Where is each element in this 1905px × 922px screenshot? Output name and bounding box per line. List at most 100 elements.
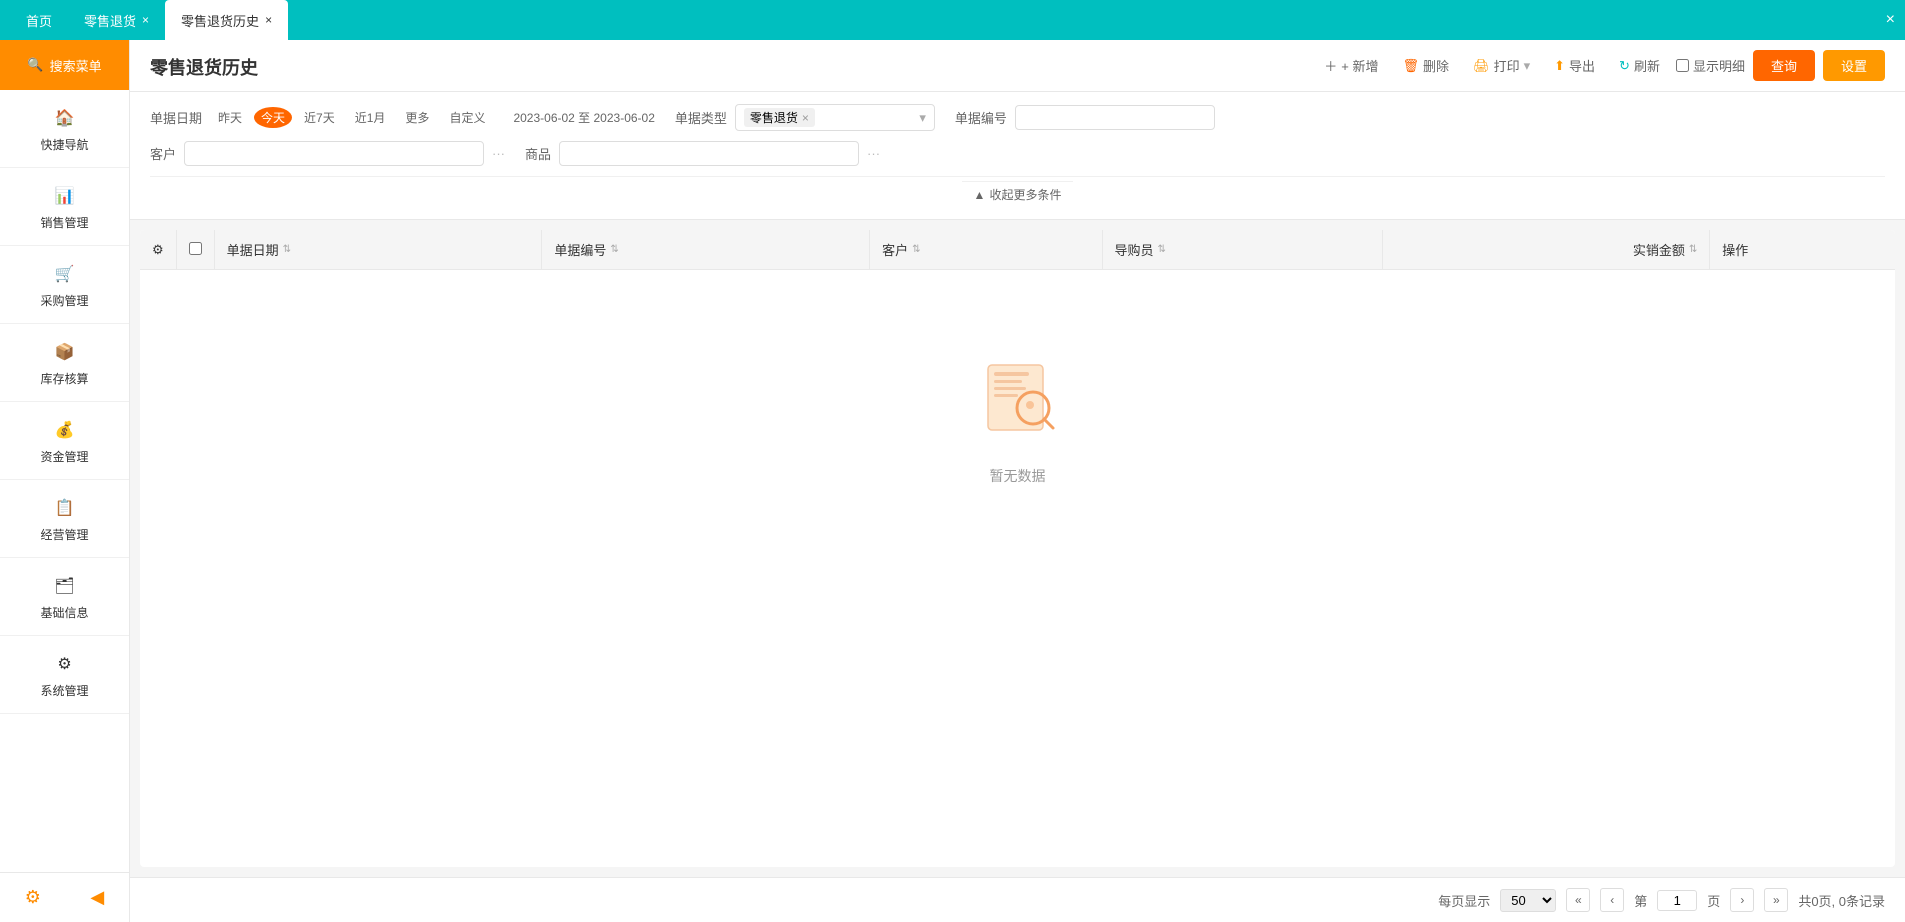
type-tag: 零售退货 × <box>744 108 815 127</box>
tab-retail-return-history-close[interactable]: × <box>265 13 272 27</box>
th-guide-sort-icon[interactable]: ⇅ <box>1158 244 1166 255</box>
page-size-label: 每页显示 <box>1438 891 1490 910</box>
settings-icon-btn[interactable]: ⚙ <box>25 887 41 908</box>
number-input[interactable] <box>1015 105 1215 130</box>
export-icon: ⬆ <box>1554 58 1565 74</box>
export-button[interactable]: ⬆ 导出 <box>1546 52 1603 79</box>
page-number-input[interactable] <box>1657 890 1697 911</box>
finance-icon: 💰 <box>51 416 79 444</box>
show-detail-checkbox[interactable] <box>1676 59 1689 72</box>
purchase-mgmt-icon: 🛒 <box>51 260 79 288</box>
system-mgmt-icon: ⚙ <box>51 650 79 678</box>
collapse-button[interactable]: ▲ 收起更多条件 <box>962 181 1074 207</box>
page-size-select[interactable]: 50 10 20 100 <box>1500 889 1556 912</box>
delete-button[interactable]: 🗑 删除 <box>1395 52 1458 79</box>
date-btn-7days[interactable]: 近7天 <box>296 107 343 128</box>
prev-page-button[interactable]: ‹ <box>1600 888 1624 912</box>
date-btn-today[interactable]: 今天 <box>254 107 292 128</box>
customer-dots[interactable]: ··· <box>492 146 505 161</box>
refresh-button[interactable]: ↻ 刷新 <box>1611 52 1668 79</box>
page-word: 第 <box>1634 891 1647 910</box>
date-btn-1month[interactable]: 近1月 <box>347 107 394 128</box>
close-all-button[interactable]: × <box>1886 11 1895 29</box>
th-guide: 导购员 ⇅ <box>1102 230 1382 270</box>
date-btn-more[interactable]: 更多 <box>397 107 437 128</box>
basic-info-icon: 🗂 <box>51 572 79 600</box>
next-page-button[interactable]: › <box>1730 888 1754 912</box>
new-button[interactable]: ＋ + 新增 <box>1316 52 1386 79</box>
date-btn-custom[interactable]: 自定义 <box>441 107 493 128</box>
type-label: 单据类型 <box>675 108 727 127</box>
data-table: ⚙ 单据日期 ⇅ 单据编号 <box>140 230 1895 270</box>
sidebar-item-sales-mgmt[interactable]: 📊 销售管理 <box>0 168 129 246</box>
sidebar-menu: 🏠 快捷导航 📊 销售管理 🛒 采购管理 📦 库存核算 💰 资金管理 📋 <box>0 90 129 872</box>
goods-input[interactable] <box>559 141 859 166</box>
quick-nav-icon: 🏠 <box>51 104 79 132</box>
sidebar-search-label: 搜索菜单 <box>50 56 102 75</box>
sidebar-item-basic-info[interactable]: 🗂 基础信息 <box>0 558 129 636</box>
tab-retail-return-history[interactable]: 零售退货历史 × <box>165 0 288 40</box>
tab-retail-return[interactable]: 零售退货 × <box>68 0 165 40</box>
collapse-sidebar-btn[interactable]: ◀ <box>90 887 104 908</box>
sidebar-search[interactable]: 🔍 搜索菜单 <box>0 40 129 90</box>
goods-dots[interactable]: ··· <box>867 146 880 161</box>
query-button[interactable]: 查询 <box>1753 50 1815 81</box>
customer-input[interactable] <box>184 141 484 166</box>
date-range-display: 2023-06-02 至 2023-06-02 <box>513 109 654 126</box>
show-detail-label: 显示明细 <box>1693 56 1745 75</box>
print-button[interactable]: 🖨 打印 ▾ <box>1465 52 1538 79</box>
total-label: 共0页, 0条记录 <box>1798 891 1885 910</box>
page-unit: 页 <box>1707 891 1720 910</box>
type-select[interactable]: 零售退货 × ▾ <box>735 104 935 131</box>
th-date-label: 单据日期 <box>227 240 279 259</box>
date-filter: 单据日期 昨天 今天 近7天 近1月 更多 自定义 <box>150 107 493 128</box>
goods-label: 商品 <box>525 144 551 163</box>
th-amount-sort-icon[interactable]: ⇅ <box>1689 244 1697 255</box>
sidebar-item-system-label: 系统管理 <box>40 682 88 699</box>
th-date-sort-icon[interactable]: ⇅ <box>283 244 291 255</box>
th-amount-label: 实销金额 <box>1633 240 1685 259</box>
type-tag-remove[interactable]: × <box>802 111 809 125</box>
date-btn-yesterday[interactable]: 昨天 <box>210 107 250 128</box>
empty-state: 暂无数据 <box>140 270 1895 566</box>
sidebar-item-finance[interactable]: 💰 资金管理 <box>0 402 129 480</box>
sidebar-item-operations-label: 经营管理 <box>40 526 88 543</box>
sidebar-item-system-mgmt[interactable]: ⚙ 系统管理 <box>0 636 129 714</box>
operations-icon: 📋 <box>51 494 79 522</box>
tab-home[interactable]: 首页 <box>10 0 68 40</box>
tab-retail-return-close[interactable]: × <box>142 13 149 27</box>
sidebar-item-inventory-label: 库存核算 <box>40 370 88 387</box>
select-all-checkbox[interactable] <box>189 242 202 255</box>
delete-icon: 🗑 <box>1403 58 1420 74</box>
empty-text: 暂无数据 <box>990 466 1046 486</box>
show-detail-toggle[interactable]: 显示明细 <box>1676 56 1745 75</box>
new-icon: ＋ <box>1324 56 1337 75</box>
search-icon: 🔍 <box>27 57 43 73</box>
date-range-text: 2023-06-02 至 2023-06-02 <box>513 109 654 126</box>
sidebar-item-purchase-label: 采购管理 <box>40 292 88 309</box>
sidebar-item-operations[interactable]: 📋 经营管理 <box>0 480 129 558</box>
number-filter: 单据编号 <box>955 105 1215 130</box>
last-page-button[interactable]: » <box>1764 888 1788 912</box>
sidebar-item-quick-nav[interactable]: 🏠 快捷导航 <box>0 90 129 168</box>
th-ops-label: 操作 <box>1722 243 1748 258</box>
first-page-button[interactable]: « <box>1566 888 1590 912</box>
th-settings[interactable]: ⚙ <box>140 230 176 270</box>
sidebar-item-inventory[interactable]: 📦 库存核算 <box>0 324 129 402</box>
th-number-sort-icon[interactable]: ⇅ <box>610 244 618 255</box>
sidebar-item-basic-info-label: 基础信息 <box>40 604 88 621</box>
date-label: 单据日期 <box>150 108 202 127</box>
th-date: 单据日期 ⇅ <box>214 230 542 270</box>
goods-filter: 商品 ··· <box>525 141 880 166</box>
sales-mgmt-icon: 📊 <box>51 182 79 210</box>
customer-label: 客户 <box>150 144 176 163</box>
sidebar-bottom: ⚙ ◀ <box>0 872 129 922</box>
th-ops: 操作 <box>1710 230 1895 270</box>
sidebar-item-purchase-mgmt[interactable]: 🛒 采购管理 <box>0 246 129 324</box>
setting-button[interactable]: 设置 <box>1823 50 1885 81</box>
pagination-bar: 每页显示 50 10 20 100 « ‹ 第 页 › » 共0页, 0条记录 <box>130 877 1905 922</box>
th-customer-sort-icon[interactable]: ⇅ <box>912 244 920 255</box>
sidebar-item-sales-label: 销售管理 <box>40 214 88 231</box>
settings-gear-icon[interactable]: ⚙ <box>152 242 164 257</box>
sidebar-item-quick-nav-label: 快捷导航 <box>40 136 88 153</box>
